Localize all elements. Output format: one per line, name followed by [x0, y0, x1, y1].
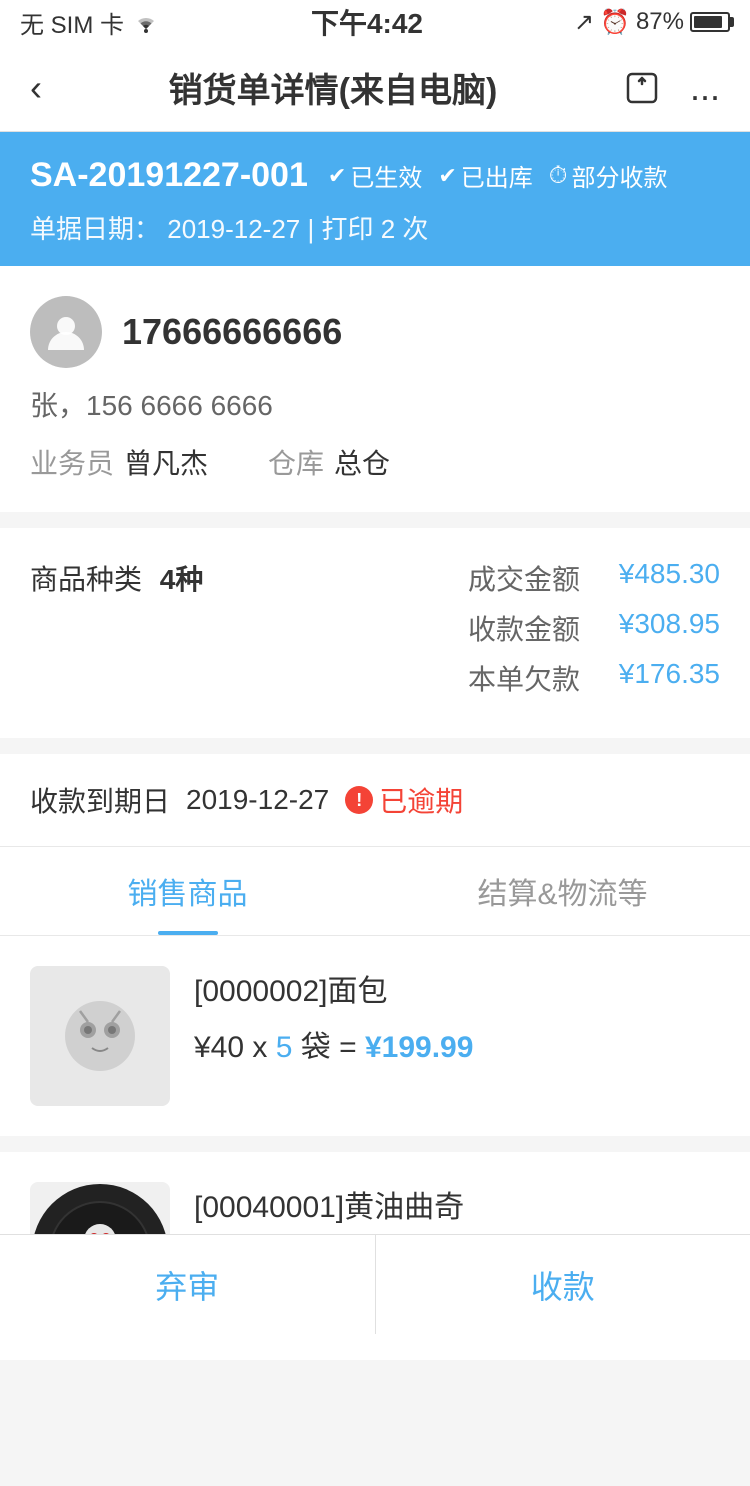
receipt-amount-line: 收款金额 ¥308.95 — [468, 608, 720, 648]
status-time: 下午4:42 — [311, 2, 423, 42]
overdue-label: 已逾期 — [379, 780, 463, 820]
product-image-placeholder — [30, 966, 170, 1106]
order-header-banner: SA-20191227-001 ✔ 已生效 ✔ 已出库 ⏱ 部分收款 单据日期：… — [0, 132, 750, 266]
receipt-button[interactable]: 收款 — [376, 1235, 750, 1334]
alarm-icon: ⏰ — [600, 8, 630, 37]
product-name: [0000002]面包 — [194, 966, 720, 1010]
product-owl-icon — [60, 996, 140, 1076]
warehouse-value: 总仓 — [334, 442, 390, 482]
more-icon[interactable]: ... — [690, 67, 720, 109]
deal-amount-label: 成交金额 — [468, 558, 580, 598]
sales-person-value: 曾凡杰 — [124, 442, 208, 482]
product-type-value: 4种 — [160, 564, 204, 595]
warehouse-label: 仓库 — [268, 442, 324, 482]
product-type-label: 商品种类 — [30, 564, 142, 595]
product-info: [0000002]面包 ¥40 x 5 袋 = ¥199.99 — [194, 966, 720, 1066]
overdue-dot-icon: ! — [345, 786, 373, 814]
status-right: ↗ ⏰ 87% — [574, 8, 730, 37]
share-icon[interactable] — [624, 70, 660, 106]
due-date-label: 收款到期日 — [30, 780, 170, 820]
product-qty: 5 — [276, 1031, 293, 1064]
tab-settlement-logistics[interactable]: 结算&物流等 — [375, 847, 750, 935]
debt-label: 本单欠款 — [468, 658, 580, 698]
product-name-2: [00040001]黄油曲奇 — [194, 1182, 720, 1226]
tab-sales-products[interactable]: 销售商品 — [0, 847, 375, 935]
customer-section: 17666666666 张，156 6666 6666 业务员 曾凡杰 仓库 总… — [0, 266, 750, 512]
status-bar: 无 SIM 卡 下午4:42 ↗ ⏰ 87% — [0, 0, 750, 44]
overdue-badge: ! 已逾期 — [345, 780, 463, 820]
deal-amount-line: 成交金额 ¥485.30 — [468, 558, 720, 598]
deal-amount-value: ¥485.30 — [600, 558, 720, 598]
financial-section: 商品种类 4种 成交金额 ¥485.30 收款金额 ¥308.95 本单欠款 ¥… — [0, 528, 750, 738]
status-left: 无 SIM 卡 — [20, 5, 160, 40]
page-title: 销货单详情(来自电脑) — [169, 63, 498, 112]
products-section: [0000002]面包 ¥40 x 5 袋 = ¥199.99 — [0, 936, 750, 1486]
tabs: 销售商品 结算&物流等 — [0, 847, 750, 935]
product-total: ¥199.99 — [365, 1031, 473, 1064]
customer-id: 17666666666 — [122, 311, 342, 353]
receipt-amount-label: 收款金额 — [468, 608, 580, 648]
status-effective: ✔ 已生效 — [328, 158, 422, 193]
status-shipped: ✔ 已出库 — [438, 158, 532, 193]
order-id: SA-20191227-001 — [30, 156, 308, 195]
cancel-review-button[interactable]: 弃审 — [0, 1235, 376, 1334]
customer-name-phone: 张，156 6666 6666 — [30, 384, 720, 424]
due-date-value: 2019-12-27 — [186, 784, 329, 816]
product-type-count: 商品种类 4种 — [30, 558, 203, 598]
tabs-section: 销售商品 结算&物流等 — [0, 846, 750, 936]
product-item: [0000002]面包 ¥40 x 5 袋 = ¥199.99 — [0, 936, 750, 1136]
product-price: ¥40 x 5 袋 = ¥199.99 — [194, 1022, 720, 1066]
status-partial-payment: ⏱ 部分收款 — [549, 158, 668, 193]
status-badges: ✔ 已生效 ✔ 已出库 ⏱ 部分收款 — [328, 158, 668, 193]
nav-actions: ... — [624, 67, 720, 109]
order-date-info: 单据日期： 2019-12-27 | 打印 2 次 — [30, 209, 720, 246]
warehouse-item: 仓库 总仓 — [268, 442, 390, 482]
nav-bar: ‹ 销货单详情(来自电脑) ... — [0, 44, 750, 132]
debt-amount-value: ¥176.35 — [600, 658, 720, 698]
location-icon: ↗ — [574, 8, 594, 37]
sales-person-item: 业务员 曾凡杰 — [30, 442, 208, 482]
financial-amounts: 成交金额 ¥485.30 收款金额 ¥308.95 本单欠款 ¥176.35 — [468, 558, 720, 708]
due-date-section: 收款到期日 2019-12-27 ! 已逾期 — [0, 754, 750, 846]
battery-percent: 87% — [636, 8, 684, 36]
sales-person-label: 业务员 — [30, 442, 114, 482]
back-button[interactable]: ‹ — [30, 67, 42, 109]
bottom-bar: 弃审 收款 — [0, 1234, 750, 1334]
receipt-amount-value: ¥308.95 — [600, 608, 720, 648]
carrier-label: 无 SIM 卡 — [20, 5, 124, 40]
wifi-icon — [132, 11, 160, 33]
battery-icon — [690, 12, 730, 32]
customer-meta: 业务员 曾凡杰 仓库 总仓 — [30, 442, 720, 482]
avatar — [30, 296, 102, 368]
debt-amount-line: 本单欠款 ¥176.35 — [468, 658, 720, 698]
